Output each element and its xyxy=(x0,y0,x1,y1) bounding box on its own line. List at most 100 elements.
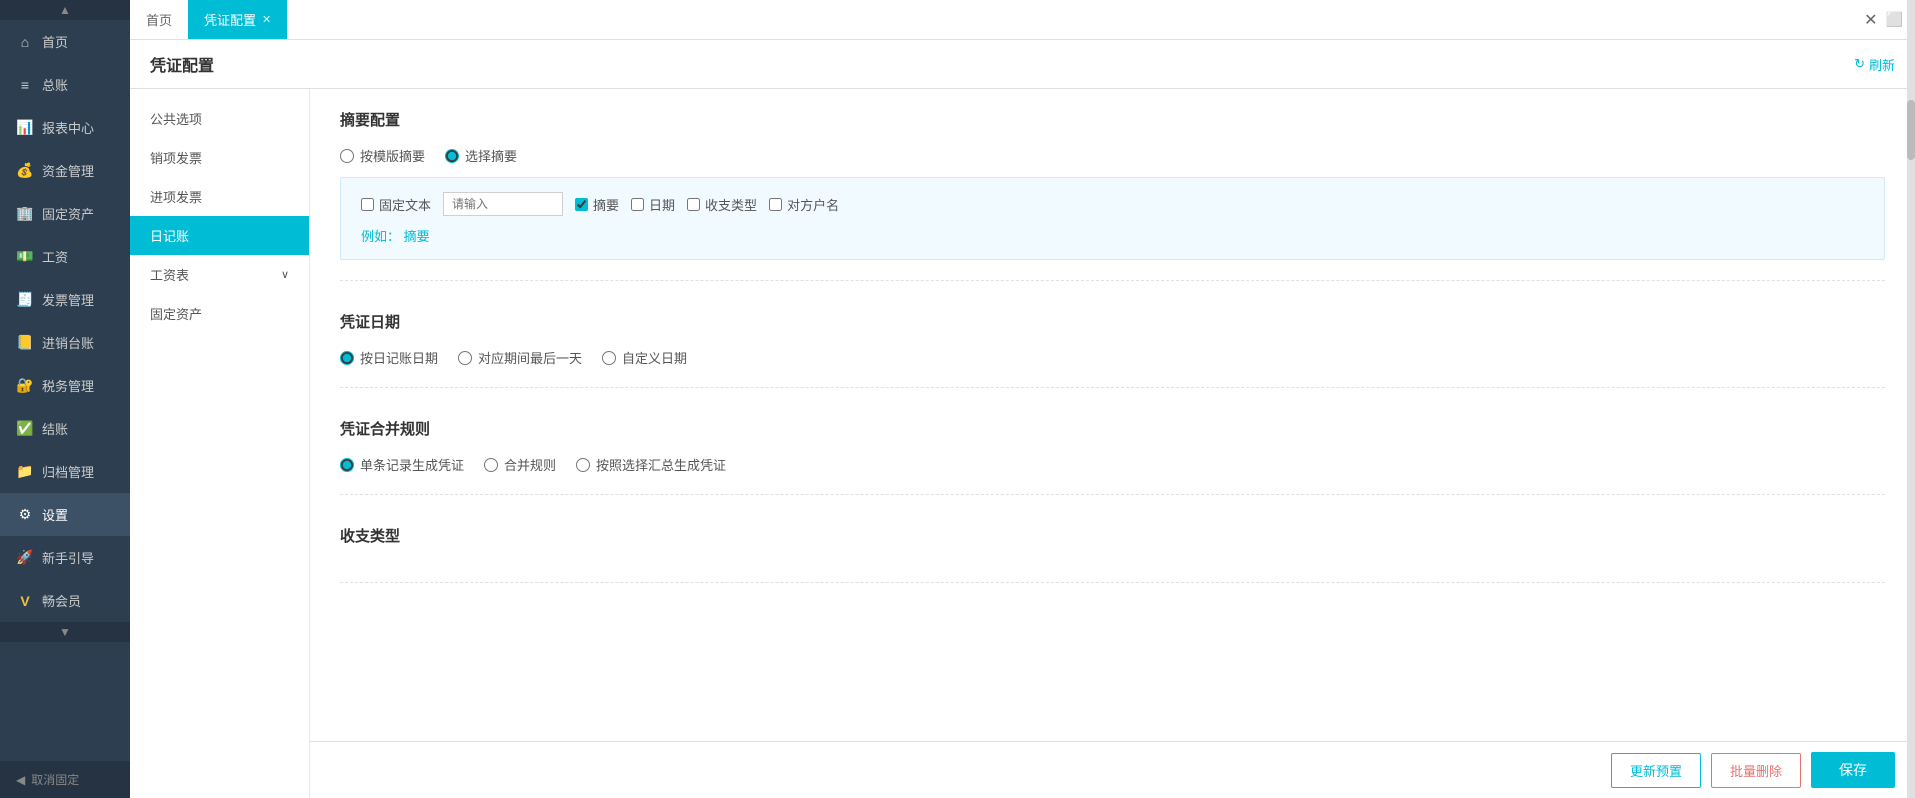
checkbox-fixed-text-input[interactable] xyxy=(361,198,374,211)
merge-radio-merge-input[interactable] xyxy=(484,458,498,472)
batch-delete-button[interactable]: 批量删除 xyxy=(1711,753,1801,788)
right-content: 摘要配置 按模版摘要 选择摘要 xyxy=(310,89,1915,741)
sidebar-label-report-center: 报表中心 xyxy=(42,118,94,137)
left-nav-sales-invoice[interactable]: 销项发票 xyxy=(130,138,309,177)
sidebar-item-report-center[interactable]: 📊 报表中心 xyxy=(0,106,130,149)
sidebar-item-fund-management[interactable]: 💰 资金管理 xyxy=(0,149,130,192)
checkbox-income-type-input[interactable] xyxy=(687,198,700,211)
checkbox-income-type[interactable]: 收支类型 xyxy=(687,195,757,214)
left-nav-label-journal: 日记账 xyxy=(150,226,189,245)
tab-home-label: 首页 xyxy=(146,10,172,29)
summary-checkbox-row: 固定文本 摘要 日期 xyxy=(361,192,1864,216)
summary-config-title: 摘要配置 xyxy=(340,109,1885,130)
voucher-date-radio-last-day[interactable]: 对应期间最后一天 xyxy=(458,348,582,367)
checkbox-date-input[interactable] xyxy=(631,198,644,211)
checkbox-summary[interactable]: 摘要 xyxy=(575,195,619,214)
summary-radio-group: 按模版摘要 选择摘要 xyxy=(340,146,1885,165)
sidebar-item-settings[interactable]: ⚙ 设置 xyxy=(0,493,130,536)
expand-window-icon[interactable]: ⬜ xyxy=(1886,11,1903,28)
voucher-date-radio-last-day-input[interactable] xyxy=(458,351,472,365)
voucher-date-section: 凭证日期 按日记账日期 对应期间最后一天 xyxy=(340,311,1885,388)
save-button[interactable]: 保存 xyxy=(1811,752,1895,788)
checkbox-fixed-text[interactable]: 固定文本 xyxy=(361,195,431,214)
sidebar-scroll-up[interactable]: ▲ xyxy=(0,0,130,20)
summary-radio-select-label: 选择摘要 xyxy=(465,146,517,165)
merge-radio-summary-label: 按照选择汇总生成凭证 xyxy=(596,455,726,474)
summary-radio-select[interactable]: 选择摘要 xyxy=(445,146,517,165)
merge-radio-single-label: 单条记录生成凭证 xyxy=(360,455,464,474)
summary-config-section: 摘要配置 按模版摘要 选择摘要 xyxy=(340,109,1885,281)
sidebar-scroll-down[interactable]: ▼ xyxy=(0,622,130,642)
summary-radio-template-input[interactable] xyxy=(340,149,354,163)
voucher-date-radio-custom-input[interactable] xyxy=(602,351,616,365)
checkbox-counterparty[interactable]: 对方户名 xyxy=(769,195,839,214)
close-window-icon[interactable]: ✕ xyxy=(1864,10,1877,30)
checkbox-summary-input[interactable] xyxy=(575,198,588,211)
fund-management-icon: 💰 xyxy=(16,162,34,179)
merge-radio-summary-input[interactable] xyxy=(576,458,590,472)
sidebar-label-salary: 工资 xyxy=(42,247,68,266)
sidebar-label-archive: 归档管理 xyxy=(42,462,94,481)
sidebar-item-purchase-sales[interactable]: 📒 进销台账 xyxy=(0,321,130,364)
left-nav-label-public-options: 公共选项 xyxy=(150,109,202,128)
scrollbar-track[interactable] xyxy=(1907,0,1915,798)
merge-radio-summary[interactable]: 按照选择汇总生成凭证 xyxy=(576,455,726,474)
content-area: 凭证配置 ↻ 刷新 公共选项 销项发票 进项发票 日记账 xyxy=(130,40,1915,798)
update-preview-label: 更新预置 xyxy=(1630,764,1682,779)
checkbox-date[interactable]: 日期 xyxy=(631,195,675,214)
fixed-text-input[interactable] xyxy=(443,192,563,216)
sidebar-label-home: 首页 xyxy=(42,32,68,51)
sidebar-item-home[interactable]: ⌂ 首页 xyxy=(0,20,130,63)
pin-icon: ◀ xyxy=(16,773,25,787)
sidebar-item-vip[interactable]: V 畅会员 xyxy=(0,579,130,622)
left-nav-label-purchase-invoice: 进项发票 xyxy=(150,187,202,206)
checkbox-income-type-label: 收支类型 xyxy=(705,195,757,214)
sidebar-item-fixed-assets[interactable]: 🏢 固定资产 xyxy=(0,192,130,235)
sidebar-unpin-button[interactable]: ◀ 取消固定 xyxy=(0,761,130,798)
refresh-icon: ↻ xyxy=(1854,56,1865,72)
summary-radio-select-input[interactable] xyxy=(445,149,459,163)
voucher-date-radio-journal-input[interactable] xyxy=(340,351,354,365)
left-nav-journal[interactable]: 日记账 xyxy=(130,216,309,255)
checkbox-counterparty-input[interactable] xyxy=(769,198,782,211)
summary-radio-template[interactable]: 按模版摘要 xyxy=(340,146,425,165)
merge-radio-merge[interactable]: 合并规则 xyxy=(484,455,556,474)
sidebar-label-newbie: 新手引导 xyxy=(42,548,94,567)
sidebar-item-newbie[interactable]: 🚀 新手引导 xyxy=(0,536,130,579)
tab-voucher-config[interactable]: 凭证配置 ✕ xyxy=(188,0,287,39)
left-nav-purchase-invoice[interactable]: 进项发票 xyxy=(130,177,309,216)
sidebar-item-checkout[interactable]: ✅ 结账 xyxy=(0,407,130,450)
merge-rules-title: 凭证合并规则 xyxy=(340,418,1885,439)
tab-home[interactable]: 首页 xyxy=(130,0,188,39)
example-value: 摘要 xyxy=(404,229,430,244)
left-nav-payroll[interactable]: 工资表 ∨ xyxy=(130,255,309,294)
sidebar-item-salary[interactable]: 💵 工资 xyxy=(0,235,130,278)
example-prefix: 例如： xyxy=(361,229,400,244)
merge-radio-single[interactable]: 单条记录生成凭证 xyxy=(340,455,464,474)
refresh-button[interactable]: ↻ 刷新 xyxy=(1854,55,1895,74)
sidebar-item-invoice-management[interactable]: 🧾 发票管理 xyxy=(0,278,130,321)
voucher-date-radio-custom-label: 自定义日期 xyxy=(622,348,687,367)
checkbox-fixed-text-label: 固定文本 xyxy=(379,195,431,214)
voucher-date-radio-journal[interactable]: 按日记账日期 xyxy=(340,348,438,367)
sidebar-label-fixed-assets: 固定资产 xyxy=(42,204,94,223)
update-preview-button[interactable]: 更新预置 xyxy=(1611,753,1701,788)
sidebar-label-general-ledger: 总账 xyxy=(42,75,68,94)
sidebar-item-general-ledger[interactable]: ≡ 总账 xyxy=(0,63,130,106)
sidebar-item-tax-management[interactable]: 🔐 税务管理 xyxy=(0,364,130,407)
merge-radio-single-input[interactable] xyxy=(340,458,354,472)
left-nav-public-options[interactable]: 公共选项 xyxy=(130,99,309,138)
sidebar-label-purchase-sales: 进销台账 xyxy=(42,333,94,352)
checkbox-counterparty-label: 对方户名 xyxy=(787,195,839,214)
voucher-date-radio-custom[interactable]: 自定义日期 xyxy=(602,348,687,367)
tab-close-icon[interactable]: ✕ xyxy=(262,13,271,26)
home-icon: ⌂ xyxy=(16,34,34,50)
left-nav-fixed-assets[interactable]: 固定资产 xyxy=(130,294,309,333)
sidebar-item-archive[interactable]: 📁 归档管理 xyxy=(0,450,130,493)
refresh-label: 刷新 xyxy=(1869,55,1895,74)
invoice-icon: 🧾 xyxy=(16,291,34,308)
vip-icon: V xyxy=(16,593,34,609)
scrollbar-thumb[interactable] xyxy=(1907,100,1915,160)
summary-box: 固定文本 摘要 日期 xyxy=(340,177,1885,260)
merge-rules-section: 凭证合并规则 单条记录生成凭证 合并规则 xyxy=(340,418,1885,495)
